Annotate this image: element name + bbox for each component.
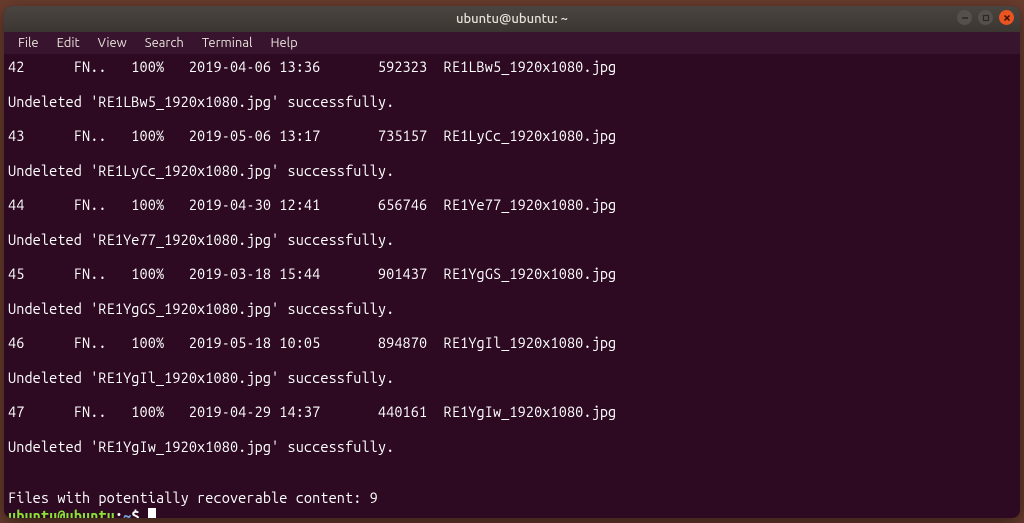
menubar: File Edit View Search Terminal Help [4, 32, 1020, 54]
menu-search[interactable]: Search [137, 35, 192, 51]
close-button[interactable] [999, 10, 1014, 25]
menu-file[interactable]: File [10, 35, 47, 51]
prompt-symbol: $ [131, 507, 147, 519]
terminal-window: ubuntu@ubuntu: ~ File Edit View Search T… [4, 6, 1020, 518]
window-controls [957, 10, 1014, 25]
window-title: ubuntu@ubuntu: ~ [456, 12, 568, 26]
prompt-sep: : [115, 507, 123, 519]
cursor [148, 508, 156, 519]
terminal-output[interactable]: 42 FN.. 100% 2019-04-06 13:36 592323 RE1… [4, 54, 1020, 518]
prompt-line[interactable]: ubuntu@ubuntu:~$ [8, 507, 1016, 519]
menu-edit[interactable]: Edit [49, 35, 88, 51]
menu-view[interactable]: View [90, 35, 135, 51]
titlebar[interactable]: ubuntu@ubuntu: ~ [4, 6, 1020, 32]
menu-help[interactable]: Help [262, 35, 305, 51]
menu-terminal[interactable]: Terminal [194, 35, 261, 51]
prompt-user: ubuntu@ubuntu [8, 507, 115, 519]
maximize-button[interactable] [978, 10, 993, 25]
minimize-button[interactable] [957, 10, 972, 25]
